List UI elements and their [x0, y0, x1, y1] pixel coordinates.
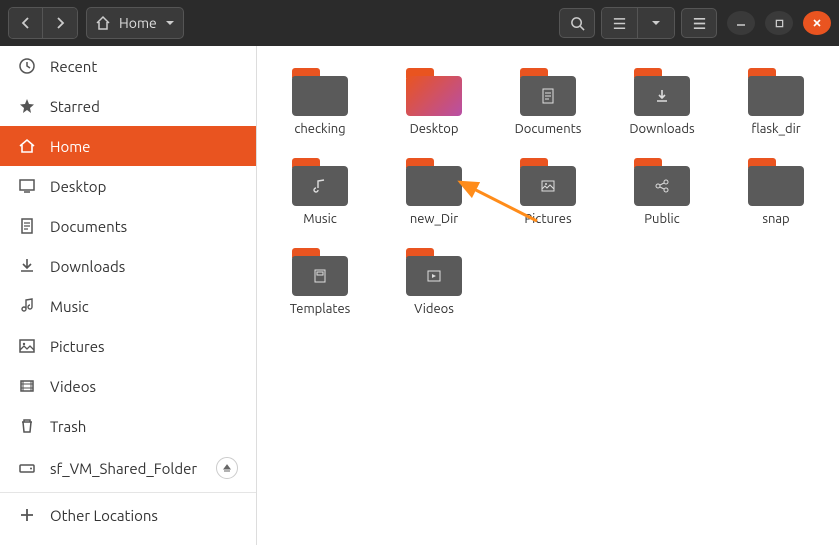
main-content: Recent Starred Home Desktop Documents Do…: [0, 46, 839, 545]
folder-icon: [520, 68, 576, 116]
folder-icon: [406, 158, 462, 206]
sidebar-item-label: Documents: [50, 218, 127, 235]
path-label: Home: [119, 15, 157, 31]
drive-icon: [18, 459, 36, 477]
sidebar-item-music[interactable]: Music: [0, 286, 256, 326]
file-item-pictures[interactable]: Pictures: [493, 154, 603, 230]
plus-icon: [18, 506, 36, 524]
search-button[interactable]: [559, 8, 595, 38]
sidebar-other-locations[interactable]: Other Locations: [0, 495, 256, 535]
sidebar-item-home[interactable]: Home: [0, 126, 256, 166]
sidebar-item-label: Starred: [50, 98, 100, 115]
folder-icon: [292, 158, 348, 206]
sidebar-separator: [0, 492, 256, 493]
sidebar-item-label: Home: [50, 138, 90, 155]
trash-icon: [18, 417, 36, 435]
sidebar-item-recent[interactable]: Recent: [0, 46, 256, 86]
file-item-documents[interactable]: Documents: [493, 64, 603, 140]
sidebar-item-documents[interactable]: Documents: [0, 206, 256, 246]
file-item-new-dir[interactable]: new_Dir: [379, 154, 489, 230]
eject-button[interactable]: [216, 457, 238, 479]
file-item-public[interactable]: Public: [607, 154, 717, 230]
folder-icon: [292, 68, 348, 116]
file-label: Videos: [414, 302, 454, 316]
folder-icon: [520, 158, 576, 206]
file-label: snap: [762, 212, 789, 226]
back-button[interactable]: [9, 8, 43, 38]
sidebar-item-downloads[interactable]: Downloads: [0, 246, 256, 286]
file-label: Public: [644, 212, 679, 226]
sidebar-item-trash[interactable]: Trash: [0, 406, 256, 446]
clock-icon: [18, 57, 36, 75]
sidebar-item-sf-vm-shared-folder[interactable]: sf_VM_Shared_Folder: [0, 446, 256, 490]
folder-icon: [406, 248, 462, 296]
file-label: Music: [303, 212, 337, 226]
sidebar-item-label: Trash: [50, 418, 86, 435]
file-label: Downloads: [629, 122, 694, 136]
folder-icon: [748, 158, 804, 206]
sidebar-item-pictures[interactable]: Pictures: [0, 326, 256, 366]
view-dropdown-button[interactable]: [638, 8, 674, 38]
maximize-button[interactable]: [765, 11, 793, 35]
file-item-flask-dir[interactable]: flask_dir: [721, 64, 831, 140]
titlebar: Home: [0, 0, 839, 46]
file-item-desktop[interactable]: Desktop: [379, 64, 489, 140]
home-icon: [95, 15, 111, 31]
file-label: Documents: [515, 122, 582, 136]
music-icon: [18, 297, 36, 315]
sidebar-item-label: Recent: [50, 58, 97, 75]
file-label: flask_dir: [751, 122, 800, 136]
sidebar-item-label: Desktop: [50, 178, 106, 195]
sidebar-item-label: Other Locations: [50, 507, 158, 524]
file-item-downloads[interactable]: Downloads: [607, 64, 717, 140]
download-icon: [18, 257, 36, 275]
file-label: new_Dir: [410, 212, 458, 226]
sidebar-item-label: Videos: [50, 378, 96, 395]
hamburger-menu-button[interactable]: [681, 8, 717, 38]
file-label: checking: [294, 122, 345, 136]
video-icon: [18, 377, 36, 395]
file-label: Desktop: [410, 122, 459, 136]
folder-icon: [634, 68, 690, 116]
sidebar-item-label: sf_VM_Shared_Folder: [50, 460, 197, 477]
nav-buttons: [8, 7, 78, 39]
home-icon: [18, 137, 36, 155]
view-mode-group: [601, 7, 675, 39]
pictures-icon: [18, 337, 36, 355]
file-label: Templates: [290, 302, 351, 316]
file-item-videos[interactable]: Videos: [379, 244, 489, 320]
file-label: Pictures: [524, 212, 571, 226]
sidebar-item-desktop[interactable]: Desktop: [0, 166, 256, 206]
folder-icon: [292, 248, 348, 296]
file-item-snap[interactable]: snap: [721, 154, 831, 230]
file-item-templates[interactable]: Templates: [265, 244, 375, 320]
folder-icon: [406, 68, 462, 116]
file-grid: checking Desktop Documents Downloads fla…: [265, 64, 831, 320]
list-view-button[interactable]: [602, 8, 638, 38]
sidebar-item-label: Music: [50, 298, 89, 315]
sidebar: Recent Starred Home Desktop Documents Do…: [0, 46, 257, 545]
file-grid-area[interactable]: checking Desktop Documents Downloads fla…: [257, 46, 839, 545]
sidebar-item-label: Pictures: [50, 338, 105, 355]
folder-icon: [748, 68, 804, 116]
minimize-button[interactable]: [727, 11, 755, 35]
file-item-music[interactable]: Music: [265, 154, 375, 230]
path-bar[interactable]: Home: [86, 7, 184, 39]
star-icon: [18, 97, 36, 115]
path-dropdown-icon[interactable]: [165, 18, 175, 28]
file-item-checking[interactable]: checking: [265, 64, 375, 140]
sidebar-item-label: Downloads: [50, 258, 125, 275]
folder-icon: [634, 158, 690, 206]
desktop-icon: [18, 177, 36, 195]
documents-icon: [18, 217, 36, 235]
sidebar-item-videos[interactable]: Videos: [0, 366, 256, 406]
forward-button[interactable]: [43, 8, 77, 38]
sidebar-item-starred[interactable]: Starred: [0, 86, 256, 126]
close-button[interactable]: [803, 11, 831, 35]
